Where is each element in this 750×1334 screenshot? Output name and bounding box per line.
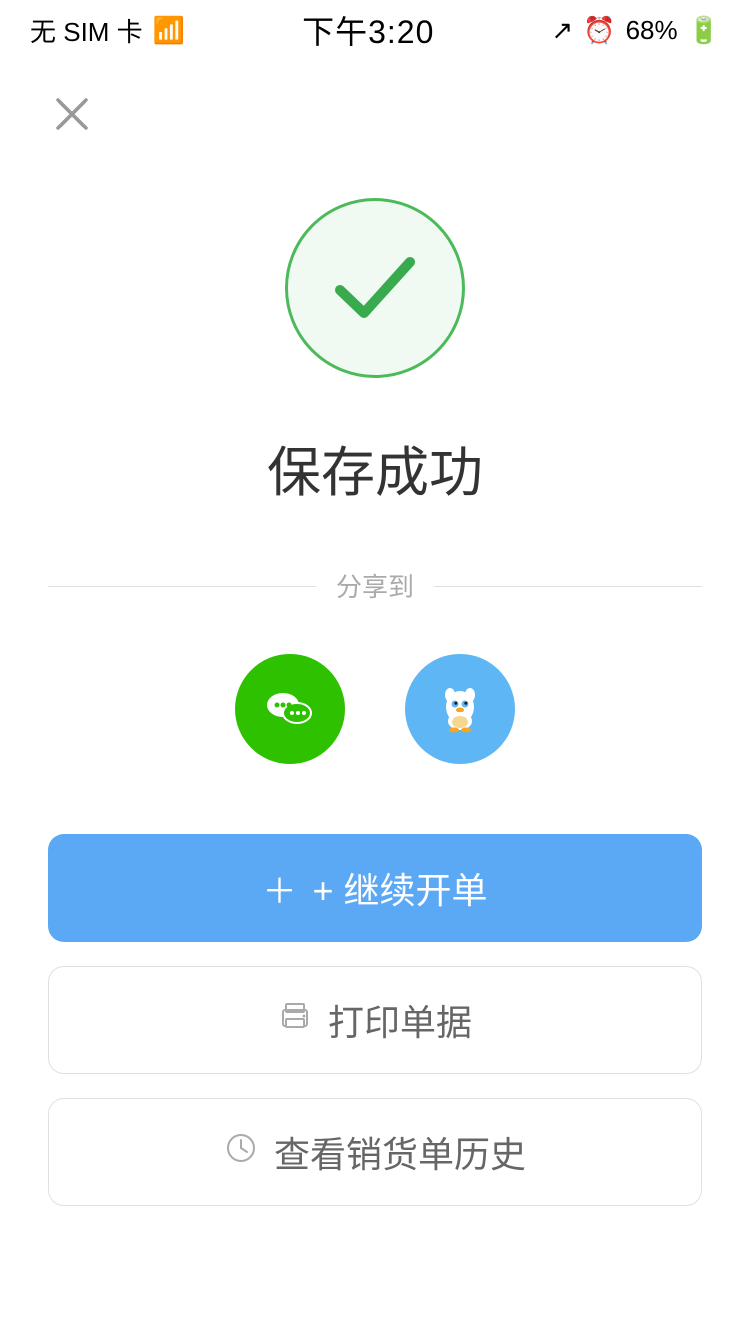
close-icon[interactable] (48, 90, 96, 138)
x-icon-svg (52, 94, 92, 134)
status-bar: 无 SIM 卡 📶 下午3:20 ↗ ⏰ 68% 🔋 (0, 0, 750, 60)
close-button[interactable] (0, 60, 750, 168)
share-label: 分享到 (316, 567, 434, 604)
wechat-share-button[interactable] (235, 654, 345, 764)
clock-icon (224, 1131, 258, 1174)
status-time: 下午3:20 (302, 7, 434, 53)
battery-icon: 🔋 (688, 15, 720, 46)
plus-icon: ＋ (262, 864, 296, 913)
battery-text: 68% (626, 15, 678, 46)
main-content: 保存成功 分享到 (0, 168, 750, 1206)
share-icons (235, 654, 515, 764)
qq-icon (430, 679, 490, 739)
action-buttons: ＋ + 继续开单 打印单据 查看销货单 (48, 834, 702, 1206)
print-label: 打印单据 (328, 994, 472, 1046)
printer-svg (278, 999, 312, 1033)
share-divider: 分享到 (48, 567, 702, 604)
success-title: 保存成功 (267, 428, 483, 507)
checkmark-svg (330, 248, 420, 328)
status-right: ↗ ⏰ 68% 🔋 (551, 15, 720, 46)
wifi-icon: 📶 (153, 15, 185, 46)
location-icon: ↗ (551, 15, 573, 46)
clock-svg (224, 1131, 258, 1165)
success-icon-circle (285, 198, 465, 378)
alarm-icon: ⏰ (583, 15, 615, 46)
continue-order-button[interactable]: ＋ + 继续开单 (48, 834, 702, 942)
wechat-icon (260, 679, 320, 739)
history-label: 查看销货单历史 (274, 1126, 526, 1178)
qq-share-button[interactable] (405, 654, 515, 764)
print-button[interactable]: 打印单据 (48, 966, 702, 1074)
history-button[interactable]: 查看销货单历史 (48, 1098, 702, 1206)
printer-icon (278, 999, 312, 1042)
continue-order-label: + 继续开单 (312, 862, 487, 914)
status-left: 无 SIM 卡 📶 (30, 12, 185, 49)
no-sim-text: 无 SIM 卡 (30, 12, 143, 49)
